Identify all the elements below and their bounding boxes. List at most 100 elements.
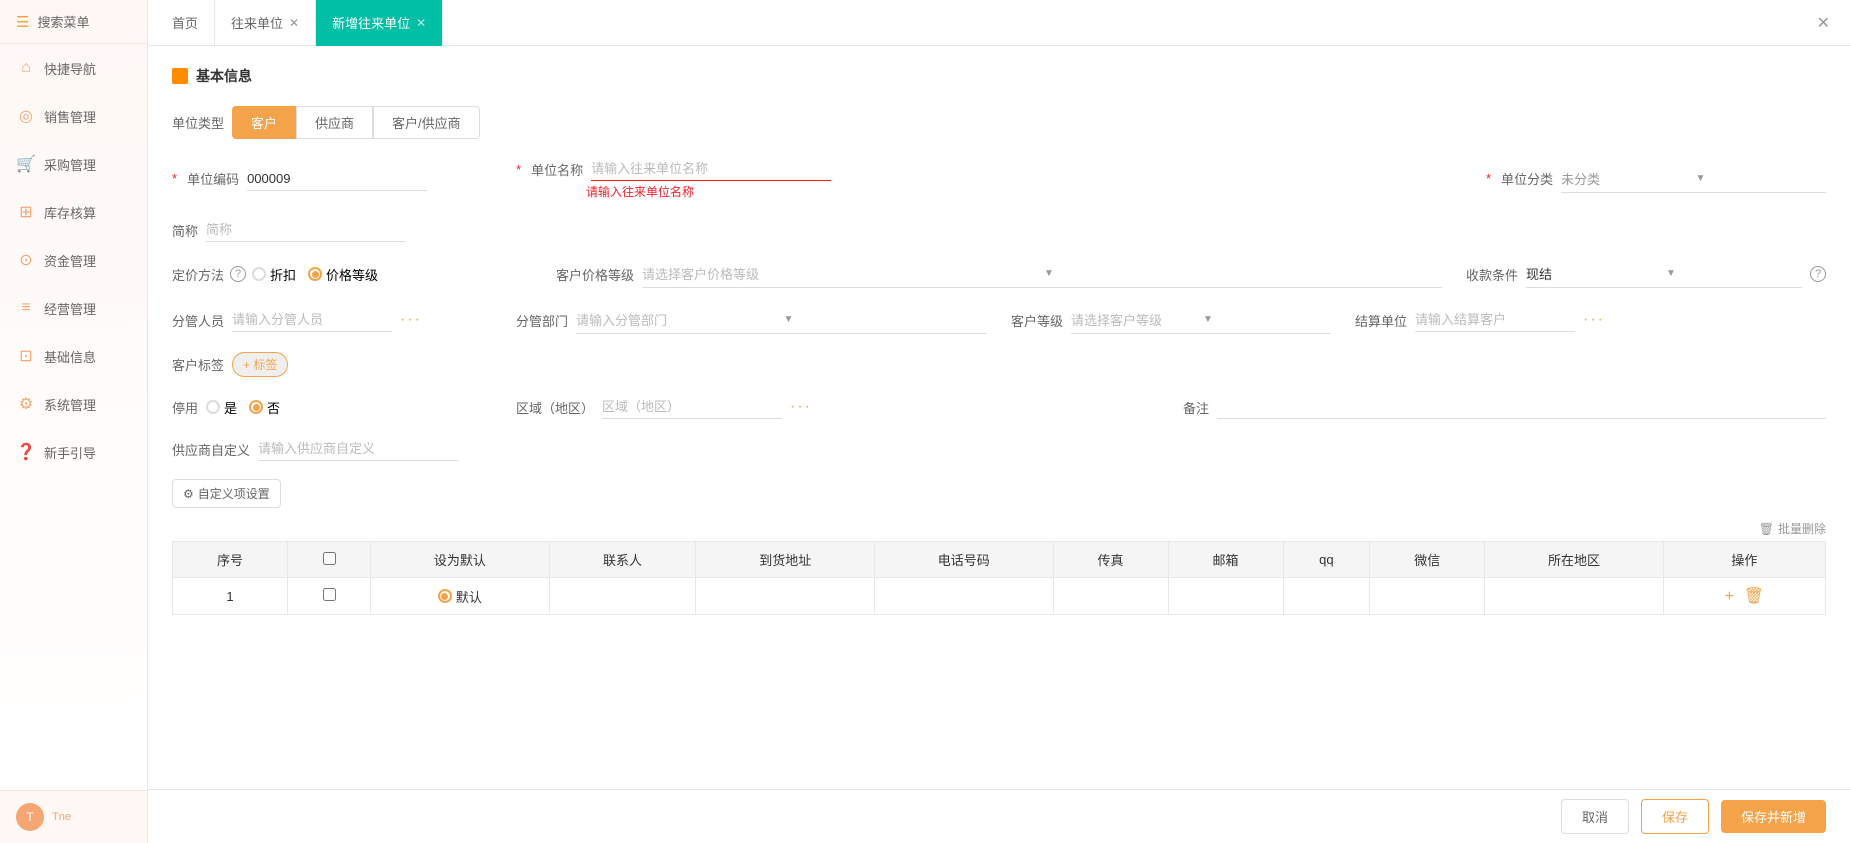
discount-radio[interactable]: [252, 267, 266, 281]
code-cell: * 单位编码: [172, 167, 492, 191]
th-phone: 电话号码: [875, 542, 1054, 578]
section-icon: [172, 68, 188, 84]
disabled-no-option[interactable]: 否: [249, 398, 280, 417]
supplier-custom-cell: 供应商自定义: [172, 437, 572, 461]
purchase-icon: 🛒: [16, 154, 36, 174]
sidebar-bottom: T Tne: [0, 790, 147, 843]
tab-new-partner-label: 新增往来单位: [332, 13, 410, 32]
th-checkbox: [287, 542, 370, 578]
unit-type-cell: 单位类型 客户 供应商 客户/供应商: [172, 106, 632, 139]
pricing-help-icon[interactable]: ?: [230, 266, 246, 282]
region-label: 区域（地区）: [516, 398, 594, 417]
region-more-icon[interactable]: ···: [790, 398, 812, 416]
manager-cell: 分管人员 ···: [172, 308, 492, 332]
customer-level-label: 客户等级: [1011, 311, 1063, 330]
type-btn-supplier[interactable]: 供应商: [296, 106, 373, 139]
payment-cell: 收款条件 现结 ▼ ?: [1466, 260, 1826, 288]
delete-row-button[interactable]: 🗑: [1741, 586, 1767, 606]
chevron-down-icon: ▼: [1044, 268, 1442, 279]
dept-select[interactable]: 请输入分管部门 ▼: [576, 306, 987, 334]
th-wechat: 微信: [1370, 542, 1485, 578]
settlement-label: 结算单位: [1355, 311, 1407, 330]
row-fax: [1053, 578, 1168, 615]
price-level-radio[interactable]: [308, 267, 322, 281]
sidebar-item-label: 快捷导航: [44, 59, 96, 78]
customer-price-select[interactable]: 请选择客户价格等级 ▼: [642, 260, 1442, 288]
pricing-radio-group: 折扣 价格等级: [252, 265, 378, 284]
contacts-table: 序号 设为默认 联系人 到货地址 电话号码 传真 邮箱 qq 微信 所在地区 操…: [172, 541, 1826, 615]
tab-home-label: 首页: [172, 13, 198, 32]
add-row-button[interactable]: +: [1722, 588, 1737, 606]
pricing-discount-option[interactable]: 折扣: [252, 265, 296, 284]
category-required: *: [1486, 171, 1491, 186]
code-input[interactable]: [247, 167, 427, 191]
name-cell: * 单位名称 请输入往来单位名称: [516, 157, 1462, 200]
short-name-input[interactable]: [206, 218, 406, 242]
main-close-button[interactable]: ✕: [1805, 13, 1842, 33]
pricing-level-option[interactable]: 价格等级: [308, 265, 378, 284]
select-all-checkbox[interactable]: [323, 552, 336, 565]
unit-type-group: 客户 供应商 客户/供应商: [232, 106, 480, 139]
sidebar-item-system[interactable]: ⚙ 系统管理: [0, 380, 147, 428]
finance-icon: ⊙: [16, 250, 36, 270]
sidebar-item-finance[interactable]: ⊙ 资金管理: [0, 236, 147, 284]
type-btn-both[interactable]: 客户/供应商: [373, 106, 480, 139]
sidebar-search[interactable]: ☰ 搜索菜单: [0, 0, 147, 44]
default-radio-item[interactable]: 默认: [381, 587, 539, 606]
sidebar-item-basic[interactable]: ⊡ 基础信息: [0, 332, 147, 380]
close-new-partner-tab[interactable]: ✕: [416, 16, 426, 30]
region-input[interactable]: [602, 395, 782, 419]
category-select[interactable]: 未分类 ▼: [1561, 165, 1826, 193]
settlement-input[interactable]: [1415, 308, 1575, 332]
manager-input[interactable]: [232, 308, 392, 332]
sidebar-item-sales[interactable]: ◎ 销售管理: [0, 92, 147, 140]
payment-help-icon[interactable]: ?: [1810, 266, 1826, 282]
add-tag-button[interactable]: + 标签: [232, 352, 288, 377]
sidebar-item-operations[interactable]: ≡ 经营管理: [0, 284, 147, 332]
sidebar-item-guide[interactable]: ❓ 新手引导: [0, 428, 147, 476]
manager-more-icon[interactable]: ···: [400, 311, 422, 329]
batch-delete-label[interactable]: 批量删除: [1778, 520, 1826, 537]
note-input[interactable]: [1217, 395, 1826, 419]
type-btn-customer[interactable]: 客户: [232, 106, 296, 139]
pricing-cell: 定价方法 ? 折扣 价格等级: [172, 265, 532, 284]
sidebar-search-label[interactable]: 搜索菜单: [37, 12, 89, 31]
payment-select[interactable]: 现结 ▼: [1526, 260, 1802, 288]
sidebar-item-purchase[interactable]: 🛒 采购管理: [0, 140, 147, 188]
sales-icon: ◎: [16, 106, 36, 126]
tab-partners[interactable]: 往来单位 ✕: [215, 0, 316, 46]
save-button[interactable]: 保存: [1641, 799, 1709, 834]
disabled-cell: 停用 是 否: [172, 398, 492, 417]
disabled-yes-option[interactable]: 是: [206, 398, 237, 417]
region-cell: 区域（地区） ···: [516, 395, 1159, 419]
disabled-yes-radio[interactable]: [206, 400, 220, 414]
chevron-down-icon: ▼: [1203, 314, 1331, 325]
gear-icon: ⚙: [183, 487, 194, 501]
row-select-checkbox[interactable]: [323, 588, 336, 601]
row-checkbox: [287, 578, 370, 615]
cancel-button[interactable]: 取消: [1561, 799, 1629, 834]
sidebar-item-quick-nav[interactable]: ⌂ 快捷导航: [0, 44, 147, 92]
supplier-custom-input[interactable]: [258, 437, 458, 461]
customer-level-select[interactable]: 请选择客户等级 ▼: [1071, 306, 1331, 334]
close-partners-tab[interactable]: ✕: [289, 16, 299, 30]
name-required: *: [516, 162, 521, 177]
tab-new-partner[interactable]: 新增往来单位 ✕: [316, 0, 443, 46]
row-actions: + 🗑: [1663, 578, 1825, 615]
category-label: 单位分类: [1501, 169, 1553, 188]
sidebar: ☰ 搜索菜单 ⌂ 快捷导航 ◎ 销售管理 🛒 采购管理 ⊞ 库存核算 ⊙ 资金管…: [0, 0, 148, 843]
tab-home[interactable]: 首页: [156, 0, 215, 46]
manager-label: 分管人员: [172, 311, 224, 330]
disabled-no-radio[interactable]: [249, 400, 263, 414]
settlement-more-icon[interactable]: ···: [1583, 311, 1605, 329]
custom-settings-button[interactable]: ⚙ 自定义项设置: [172, 479, 281, 508]
default-radio[interactable]: [438, 589, 452, 603]
row-default: 默认: [371, 578, 550, 615]
section-header: 基本信息: [172, 66, 1826, 86]
short-name-label: 简称: [172, 221, 198, 240]
save-new-button[interactable]: 保存并新增: [1721, 800, 1826, 833]
sidebar-item-inventory[interactable]: ⊞ 库存核算: [0, 188, 147, 236]
name-input[interactable]: [591, 157, 831, 181]
chevron-down-icon: ▼: [784, 314, 988, 325]
price-level-label: 价格等级: [326, 265, 378, 284]
